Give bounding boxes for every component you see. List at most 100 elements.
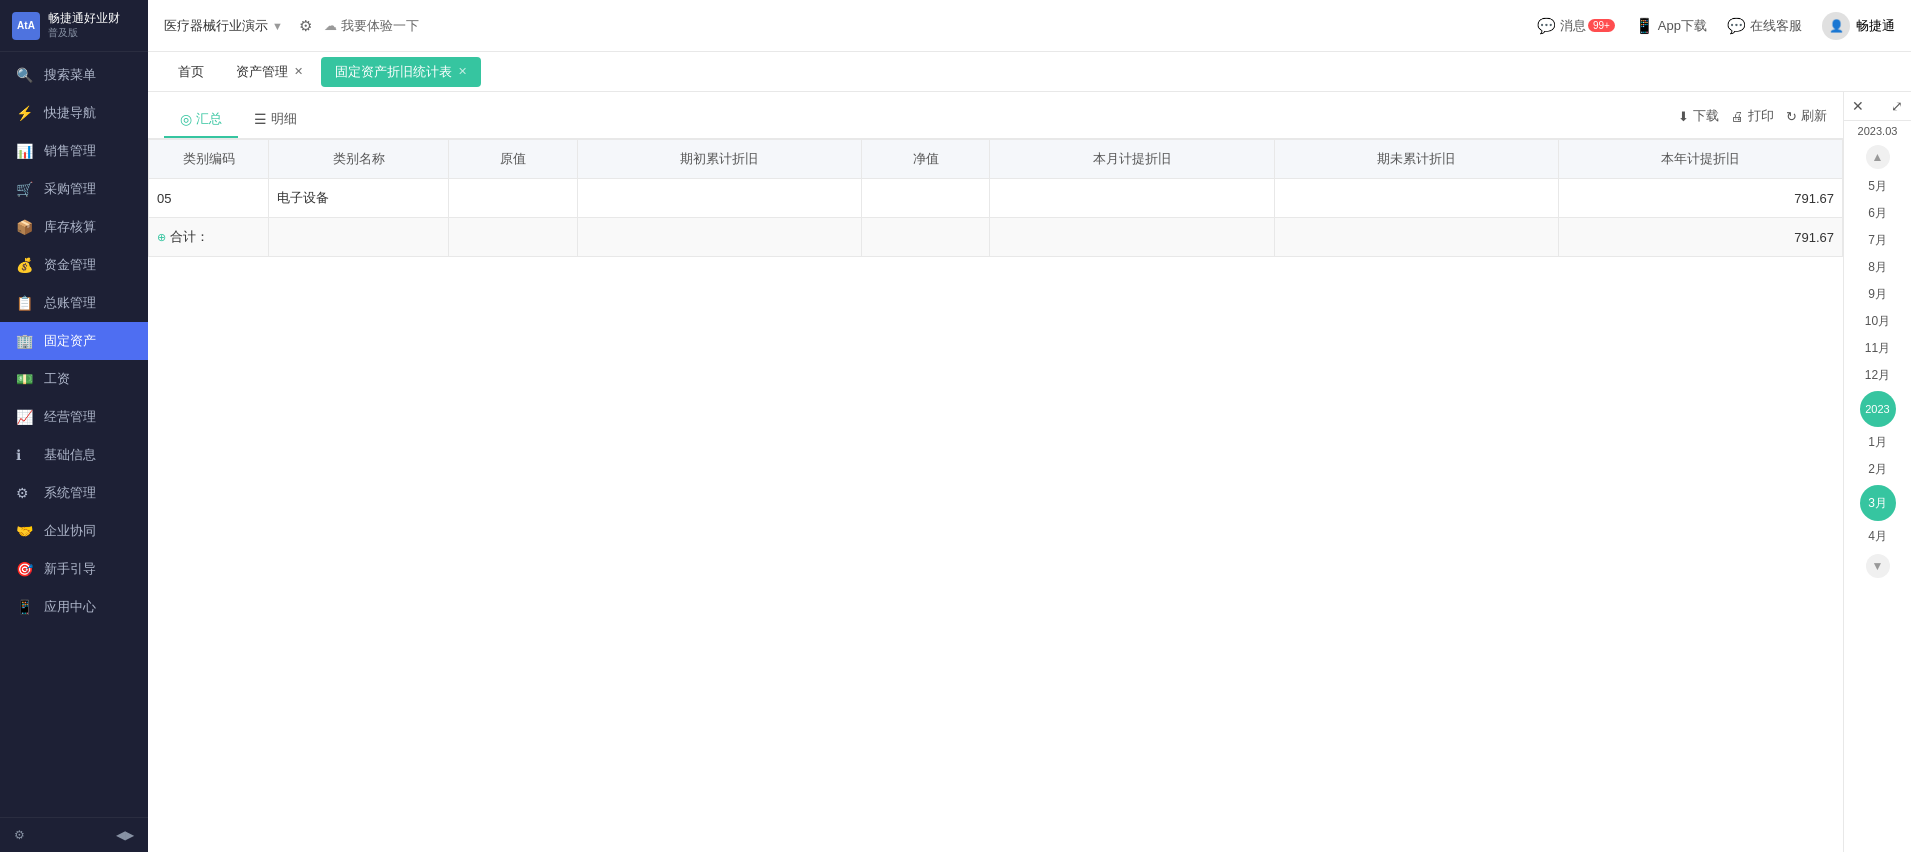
subtab-1[interactable]: ☰明细 — [238, 102, 313, 138]
col-header-6: 期未累计折旧 — [1274, 140, 1558, 179]
sidebar-item-资金管理[interactable]: 💰资金管理 — [0, 246, 148, 284]
panel-close-icon[interactable]: ✕ — [1852, 98, 1864, 114]
sidebar-icon-10: ℹ — [16, 447, 36, 463]
cell-0-3 — [577, 179, 861, 218]
subtotal-cell-1 — [269, 218, 449, 257]
sidebar-label-9: 经营管理 — [44, 408, 96, 426]
sidebar-item-总账管理[interactable]: 📋总账管理 — [0, 284, 148, 322]
month-before-7[interactable]: 12月 — [1844, 362, 1911, 389]
tab-2[interactable]: 固定资产折旧统计表 ✕ — [321, 57, 481, 87]
sidebar-item-企业协同[interactable]: 🤝企业协同 — [0, 512, 148, 550]
cell-0-6 — [1274, 179, 1558, 218]
month-before-4[interactable]: 9月 — [1844, 281, 1911, 308]
subtab-left: ◎汇总☰明细 — [164, 102, 313, 138]
col-header-2: 原值 — [449, 140, 578, 179]
tab-close-1[interactable]: ✕ — [294, 65, 303, 78]
sidebar-item-固定资产[interactable]: 🏢固定资产 — [0, 322, 148, 360]
trial-button[interactable]: ☁ 我要体验一下 — [324, 17, 419, 35]
subtotal-cell-7: 791.67 — [1558, 218, 1842, 257]
download-label: App下载 — [1658, 17, 1707, 35]
sidebar-label-7: 固定资产 — [44, 332, 96, 350]
sidebar-item-工资[interactable]: 💵工资 — [0, 360, 148, 398]
tab-label-0: 首页 — [178, 63, 204, 81]
messages-icon: 💬 — [1537, 17, 1556, 35]
settings-icon[interactable]: ⚙ — [14, 828, 25, 842]
sidebar-item-经营管理[interactable]: 📈经营管理 — [0, 398, 148, 436]
sidebar-icon-0: 🔍 — [16, 67, 36, 83]
sidebar-item-基础信息[interactable]: ℹ基础信息 — [0, 436, 148, 474]
messages-button[interactable]: 💬 消息 99+ — [1537, 17, 1615, 35]
cell-0-2 — [449, 179, 578, 218]
sidebar-icon-14: 📱 — [16, 599, 36, 615]
sidebar-item-快捷导航[interactable]: ⚡快捷导航 — [0, 94, 148, 132]
topbar: 医疗器械行业演示 ▼ ⚙ ☁ 我要体验一下 💬 消息 99+ 📱 App下载 💬… — [148, 0, 1911, 52]
sidebar-icon-4: 📦 — [16, 219, 36, 235]
download-icon: 📱 — [1635, 17, 1654, 35]
month-after-3[interactable]: 4月 — [1844, 523, 1911, 550]
col-header-7: 本年计提折旧 — [1558, 140, 1842, 179]
sidebar-menu: 🔍搜索菜单⚡快捷导航📊销售管理🛒采购管理 📦 库存核算 💰资金管理📋总账管理🏢固定资产… — [0, 52, 148, 817]
month-before-2[interactable]: 7月 — [1844, 227, 1911, 254]
tab-label-2: 固定资产折旧统计表 — [335, 63, 452, 81]
month-before-1[interactable]: 6月 — [1844, 200, 1911, 227]
subtab-label-1: 明细 — [271, 110, 297, 128]
user-menu[interactable]: 👤 畅捷通 — [1822, 12, 1895, 40]
download-button[interactable]: 📱 App下载 — [1635, 17, 1707, 35]
tab-1[interactable]: 资产管理✕ — [222, 57, 317, 87]
nav-up-icon[interactable]: ▲ — [1866, 145, 1890, 169]
collapse-icon[interactable]: ◀▶ — [116, 828, 134, 842]
sidebar-label-2: 销售管理 — [44, 142, 96, 160]
month-after-2[interactable]: 3月 — [1860, 485, 1896, 521]
action-icon-1: 🖨 — [1731, 109, 1744, 124]
tab-close-2[interactable]: ✕ — [458, 65, 467, 78]
sidebar-icon-11: ⚙ — [16, 485, 36, 501]
action-label-0: 下载 — [1693, 107, 1719, 125]
tab-0[interactable]: 首页 — [164, 57, 218, 87]
action-label-1: 打印 — [1748, 107, 1774, 125]
sidebar-item-应用中心[interactable]: 📱应用中心 — [0, 588, 148, 626]
service-button[interactable]: 💬 在线客服 — [1727, 17, 1802, 35]
month-nav-down[interactable]: ▼ — [1844, 550, 1911, 582]
month-before-0[interactable]: 5月 — [1844, 173, 1911, 200]
sidebar-item-销售管理[interactable]: 📊销售管理 — [0, 132, 148, 170]
action-icon-2: ↻ — [1786, 109, 1797, 124]
subtab-icon-1: ☰ — [254, 111, 267, 127]
year-marker[interactable]: 2023 — [1860, 391, 1896, 427]
sidebar-footer: ⚙ ◀▶ — [0, 817, 148, 852]
topbar-settings-icon[interactable]: ⚙ — [299, 17, 312, 35]
sidebar-item-库存核算[interactable]: 📦 库存核算 — [0, 208, 148, 246]
action-下载[interactable]: ⬇下载 — [1678, 107, 1719, 125]
sidebar-item-搜索菜单[interactable]: 🔍搜索菜单 — [0, 56, 148, 94]
app-version: 普及版 — [48, 26, 120, 40]
sidebar-logo: AtA 畅捷通好业财 普及版 — [0, 0, 148, 52]
company-selector[interactable]: 医疗器械行业演示 ▼ — [164, 17, 283, 35]
month-before-5[interactable]: 10月 — [1844, 308, 1911, 335]
month-before-6[interactable]: 11月 — [1844, 335, 1911, 362]
panel-expand-icon[interactable]: ⤢ — [1891, 98, 1903, 114]
sidebar-label-3: 采购管理 — [44, 180, 96, 198]
subtab-0[interactable]: ◎汇总 — [164, 102, 238, 138]
sidebar-item-系统管理[interactable]: ⚙系统管理 — [0, 474, 148, 512]
sidebar-icon-13: 🎯 — [16, 561, 36, 577]
main-area: 医疗器械行业演示 ▼ ⚙ ☁ 我要体验一下 💬 消息 99+ 📱 App下载 💬… — [148, 0, 1911, 852]
sidebar-icon-8: 💵 — [16, 371, 36, 387]
sidebar-icon-6: 📋 — [16, 295, 36, 311]
nav-down-icon[interactable]: ▼ — [1866, 554, 1890, 578]
month-after-0[interactable]: 1月 — [1844, 429, 1911, 456]
subtab-label-0: 汇总 — [196, 110, 222, 128]
cell-0-0: 05 — [149, 179, 269, 218]
month-before-3[interactable]: 8月 — [1844, 254, 1911, 281]
col-header-3: 期初累计折旧 — [577, 140, 861, 179]
action-刷新[interactable]: ↻ 刷新 — [1786, 107, 1827, 125]
sidebar-item-采购管理[interactable]: 🛒采购管理 — [0, 170, 148, 208]
subtotal-cell-6 — [1274, 218, 1558, 257]
sidebar-icon-1: ⚡ — [16, 105, 36, 121]
sidebar-item-新手引导[interactable]: 🎯新手引导 — [0, 550, 148, 588]
month-nav-up[interactable]: ▲ — [1844, 141, 1911, 173]
sidebar-label-4: 库存核算 — [44, 218, 96, 236]
action-label-2: 刷新 — [1801, 107, 1827, 125]
sidebar: AtA 畅捷通好业财 普及版 🔍搜索菜单⚡快捷导航📊销售管理🛒采购管理 📦 库存核算… — [0, 0, 148, 852]
company-arrow-icon: ▼ — [272, 20, 283, 32]
action-打印[interactable]: 🖨 打印 — [1731, 107, 1774, 125]
month-after-1[interactable]: 2月 — [1844, 456, 1911, 483]
